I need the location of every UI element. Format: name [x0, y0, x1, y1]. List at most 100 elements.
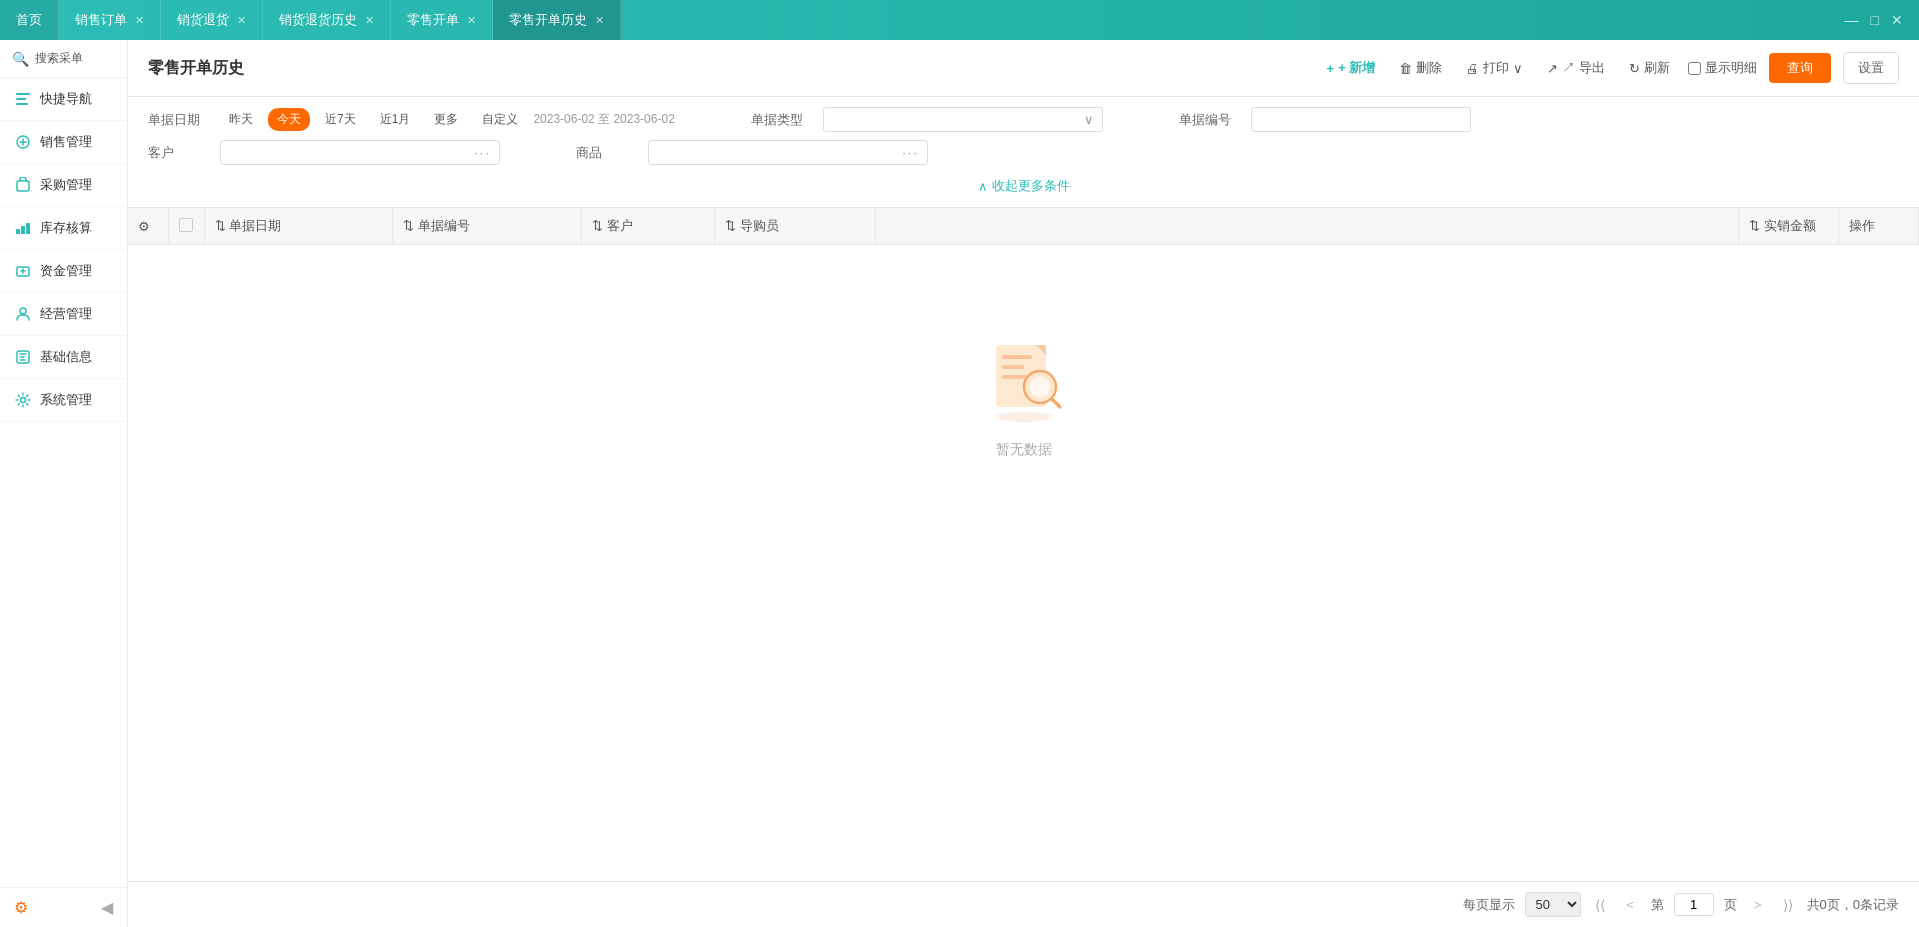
window-controls: — □ ✕: [1829, 12, 1919, 28]
date-btn-more[interactable]: 更多: [425, 108, 467, 131]
tab-sales-order-close[interactable]: ✕: [135, 14, 144, 27]
date-btn-yesterday[interactable]: 昨天: [220, 108, 262, 131]
sidebar-item-stock[interactable]: 库存核算: [0, 207, 127, 250]
customer-dots[interactable]: ···: [474, 145, 491, 160]
th-gear[interactable]: ⚙: [128, 208, 168, 245]
per-page-select[interactable]: 50 10 20 100: [1525, 892, 1581, 917]
date-btn-custom[interactable]: 自定义: [473, 108, 527, 131]
page-label: 第: [1651, 896, 1664, 914]
sidebar-item-nav[interactable]: 快捷导航: [0, 78, 127, 121]
add-button[interactable]: + + 新增: [1321, 55, 1382, 81]
last-page-button[interactable]: ⟩⟩: [1779, 895, 1797, 915]
sidebar-item-biz[interactable]: 经营管理: [0, 293, 127, 336]
collapse-sidebar-icon[interactable]: ◀: [101, 898, 113, 917]
th-number[interactable]: ⇅ 单据编号: [393, 208, 582, 245]
th-guide[interactable]: ⇅ 导购员: [715, 208, 876, 245]
tab-sales-return-history[interactable]: 销货退货历史 ✕: [263, 0, 391, 40]
date-shortcuts: 昨天 今天 近7天 近1月 更多 自定义 2023-06-02 至 2023-0…: [220, 108, 675, 131]
print-arrow-icon: ∨: [1513, 61, 1523, 76]
display-detail-checkbox[interactable]: 显示明细: [1688, 59, 1757, 77]
customer-select[interactable]: ···: [220, 140, 500, 165]
tab-home-label: 首页: [16, 11, 42, 29]
sidebar-item-stock-label: 库存核算: [40, 219, 92, 237]
date-btn-7days[interactable]: 近7天: [316, 108, 365, 131]
sidebar-item-purchase-label: 采购管理: [40, 176, 92, 194]
first-page-button[interactable]: ⟨⟨: [1591, 895, 1609, 915]
next-page-button[interactable]: ＞: [1747, 894, 1769, 916]
th-amount[interactable]: ⇅ 实销金额: [1739, 208, 1839, 245]
svg-point-10: [21, 398, 26, 403]
tab-sales-return-history-close[interactable]: ✕: [365, 14, 374, 27]
add-icon: +: [1327, 61, 1335, 76]
page-title: 零售开单历史: [148, 58, 244, 79]
prev-page-button[interactable]: ＜: [1619, 894, 1641, 916]
delete-button[interactable]: 🗑 删除: [1393, 55, 1448, 81]
collapse-icon: ∧: [978, 179, 988, 194]
page-input[interactable]: [1674, 893, 1714, 916]
th-customer[interactable]: ⇅ 客户: [582, 208, 715, 245]
tab-list: 首页 销售订单 ✕ 销货退货 ✕ 销货退货历史 ✕ 零售开单 ✕ 零售开单历史 …: [0, 0, 1829, 40]
tab-retail-order-label: 零售开单: [407, 11, 459, 29]
collapse-row[interactable]: ∧ 收起更多条件: [148, 173, 1899, 197]
sidebar: 🔍 搜索采单 快捷导航 销售管理 采购管理 库存核算: [0, 40, 128, 927]
th-ops-label: 操作: [1849, 218, 1875, 233]
query-button[interactable]: 查询: [1769, 53, 1831, 83]
svg-rect-6: [21, 226, 25, 234]
tab-retail-order[interactable]: 零售开单 ✕: [391, 0, 493, 40]
tab-sales-order-label: 销售订单: [75, 11, 127, 29]
customer-filter-label: 客户: [148, 144, 204, 162]
print-button[interactable]: 🖨 打印 ∨: [1460, 55, 1529, 81]
maximize-button[interactable]: □: [1871, 12, 1879, 28]
sidebar-item-info[interactable]: 基础信息: [0, 336, 127, 379]
main-layout: 🔍 搜索采单 快捷导航 销售管理 采购管理 库存核算: [0, 40, 1919, 927]
sidebar-item-sales[interactable]: 销售管理: [0, 121, 127, 164]
goods-dots[interactable]: ···: [902, 145, 919, 160]
svg-rect-13: [1002, 355, 1032, 359]
empty-text: 暂无数据: [996, 441, 1052, 459]
sidebar-search-label: 搜索采单: [35, 50, 83, 67]
minimize-button[interactable]: —: [1845, 12, 1859, 28]
sidebar-item-sys-label: 系统管理: [40, 391, 92, 409]
sidebar-item-sys[interactable]: 系统管理: [0, 379, 127, 422]
tab-sales-order[interactable]: 销售订单 ✕: [59, 0, 161, 40]
number-input[interactable]: [1251, 107, 1471, 132]
customer-select-value: [229, 145, 233, 160]
th-checkbox[interactable]: [168, 208, 204, 245]
tab-sales-return[interactable]: 销货退货 ✕: [161, 0, 263, 40]
svg-rect-5: [16, 229, 20, 234]
svg-rect-0: [16, 93, 30, 95]
sales-icon: [14, 133, 32, 151]
tab-home[interactable]: 首页: [0, 0, 59, 40]
sidebar-item-nav-label: 快捷导航: [40, 90, 92, 108]
display-detail-label: 显示明细: [1705, 59, 1757, 77]
date-btn-today[interactable]: 今天: [268, 108, 310, 131]
nav-icon: [14, 90, 32, 108]
tab-retail-order-close[interactable]: ✕: [467, 14, 476, 27]
date-filter-label: 单据日期: [148, 111, 204, 129]
date-btn-1month[interactable]: 近1月: [371, 108, 420, 131]
setting-button[interactable]: 设置: [1843, 52, 1899, 84]
sidebar-item-purchase[interactable]: 采购管理: [0, 164, 127, 207]
tab-retail-order-history-close[interactable]: ✕: [595, 14, 604, 27]
export-button[interactable]: ↗ ↗ 导出: [1541, 55, 1611, 81]
sidebar-item-finance[interactable]: 资金管理: [0, 250, 127, 293]
type-select-arrow: ∨: [1084, 112, 1094, 127]
empty-state: 暂无数据: [128, 245, 1919, 519]
svg-rect-14: [1002, 365, 1024, 369]
close-button[interactable]: ✕: [1891, 12, 1903, 28]
tab-retail-order-history[interactable]: 零售开单历史 ✕: [493, 0, 621, 40]
th-date[interactable]: ⇅ 单据日期: [204, 208, 393, 245]
top-bar: 首页 销售订单 ✕ 销货退货 ✕ 销货退货历史 ✕ 零售开单 ✕ 零售开单历史 …: [0, 0, 1919, 40]
svg-point-11: [996, 412, 1052, 422]
page-title-row: 零售开单历史 + + 新增 🗑 删除 🖨 打印 ∨: [148, 52, 1899, 84]
goods-select[interactable]: ···: [648, 140, 928, 165]
sidebar-search[interactable]: 🔍 搜索采单: [0, 40, 127, 78]
settings-icon[interactable]: ⚙: [14, 898, 28, 917]
tab-sales-return-close[interactable]: ✕: [237, 14, 246, 27]
th-amount-label: ⇅ 实销金额: [1749, 218, 1816, 233]
page-header: 零售开单历史 + + 新增 🗑 删除 🖨 打印 ∨: [128, 40, 1919, 97]
display-detail-input[interactable]: [1688, 62, 1701, 75]
tab-sales-return-label: 销货退货: [177, 11, 229, 29]
refresh-button[interactable]: ↻ 刷新: [1623, 55, 1676, 81]
type-select[interactable]: ∨: [823, 107, 1103, 132]
